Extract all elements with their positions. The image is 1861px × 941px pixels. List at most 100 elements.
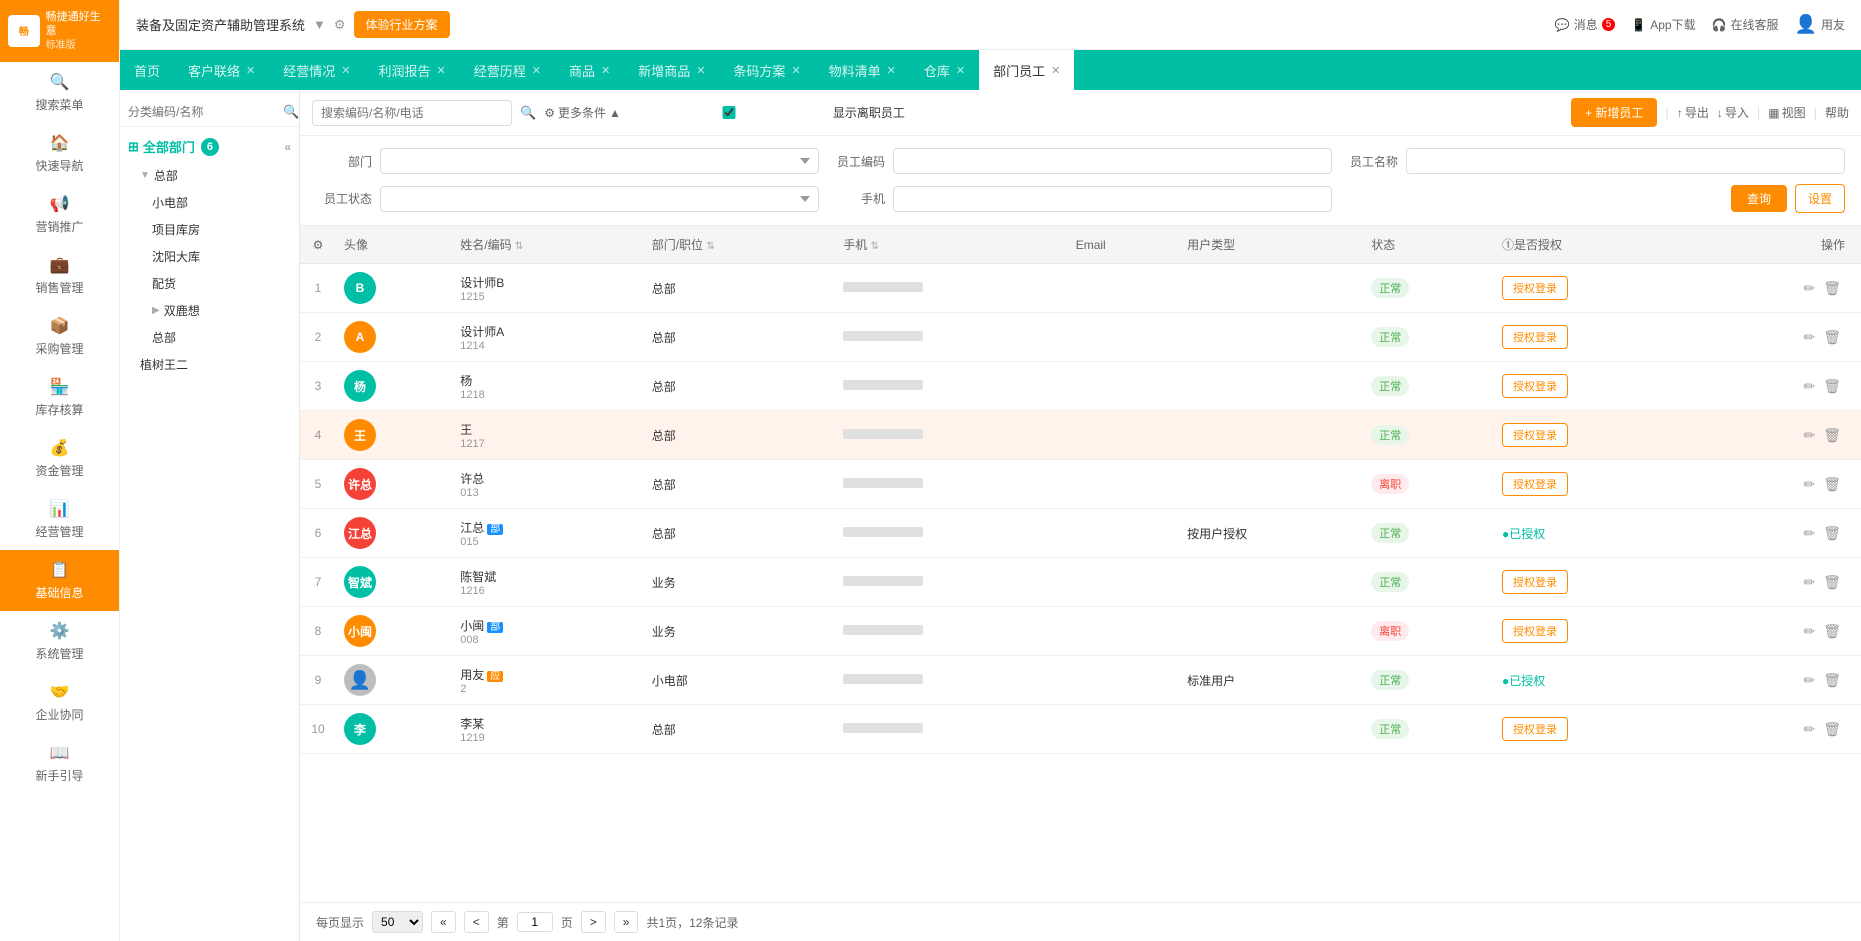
- close-tab-customer[interactable]: ✕: [246, 64, 255, 77]
- query-button[interactable]: 查询: [1731, 185, 1787, 212]
- edit-button[interactable]: ✏: [1799, 278, 1819, 299]
- col-dept[interactable]: 部门/职位 ⇅: [644, 226, 835, 264]
- dept-tree-item-peihuo[interactable]: 配货: [124, 270, 299, 297]
- edit-button[interactable]: ✏: [1799, 425, 1819, 446]
- online-service-item[interactable]: 🎧 在线客服: [1712, 16, 1779, 33]
- add-employee-button[interactable]: + 新增员工: [1571, 98, 1657, 127]
- delete-button[interactable]: 🗑: [1819, 425, 1845, 446]
- auth-button[interactable]: 授权登录: [1502, 276, 1568, 300]
- sidebar-item-system[interactable]: ⚙️ 系统管理: [0, 611, 119, 672]
- edit-button[interactable]: ✏: [1799, 327, 1819, 348]
- close-tab-history[interactable]: ✕: [532, 64, 541, 77]
- sidebar-item-finance[interactable]: 💰 资金管理: [0, 428, 119, 489]
- export-button[interactable]: ↑ 导出: [1677, 104, 1709, 121]
- delete-button[interactable]: 🗑: [1819, 474, 1845, 495]
- auth-button[interactable]: 授权登录: [1502, 423, 1568, 447]
- tab-profit[interactable]: 利润报告 ✕: [364, 50, 459, 90]
- trial-button[interactable]: 体验行业方案: [354, 11, 450, 38]
- dept-tree-item-xiaodian[interactable]: 小电部: [124, 189, 299, 216]
- close-tab-warehouse[interactable]: ✕: [956, 64, 965, 77]
- sidebar-item-marketing[interactable]: 📢 营销推广: [0, 184, 119, 245]
- tab-operation[interactable]: 经营情况 ✕: [269, 50, 364, 90]
- delete-button[interactable]: 🗑: [1819, 621, 1845, 642]
- app-download-item[interactable]: 📱 App下载: [1631, 16, 1695, 33]
- close-tab-new-goods[interactable]: ✕: [696, 64, 705, 77]
- search-icon[interactable]: 🔍: [520, 105, 536, 121]
- dept-tree-item-project[interactable]: 项目库房: [124, 216, 299, 243]
- dept-all-header[interactable]: ⊞ 全部部门 6 «: [120, 131, 299, 162]
- dept-tree-item-zongbu2[interactable]: 总部: [124, 324, 299, 351]
- delete-button[interactable]: 🗑: [1819, 376, 1845, 397]
- sidebar-item-purchase[interactable]: 📦 采购管理: [0, 306, 119, 367]
- sidebar-item-search[interactable]: 🔍 搜索菜单: [0, 62, 119, 123]
- per-page-select[interactable]: 50 100 200: [372, 911, 423, 933]
- delete-button[interactable]: 🗑: [1819, 278, 1845, 299]
- delete-button[interactable]: 🗑: [1819, 719, 1845, 740]
- tab-history[interactable]: 经营历程 ✕: [460, 50, 555, 90]
- sidebar-item-sales[interactable]: 💼 销售管理: [0, 245, 119, 306]
- auth-button[interactable]: 授权登录: [1502, 325, 1568, 349]
- delete-button[interactable]: 🗑: [1819, 572, 1845, 593]
- dept-tree-item-zongbu[interactable]: ▼ 总部: [124, 162, 299, 189]
- col-name[interactable]: 姓名/编码 ⇅: [452, 226, 643, 264]
- show-resigned-label[interactable]: 显示离职员工: [629, 104, 905, 121]
- tab-barcode[interactable]: 条码方案 ✕: [719, 50, 814, 90]
- auth-button[interactable]: 授权登录: [1502, 619, 1568, 643]
- more-button[interactable]: 帮助: [1825, 104, 1849, 121]
- auth-button[interactable]: 授权登录: [1502, 717, 1568, 741]
- tab-goods[interactable]: 商品 ✕: [555, 50, 624, 90]
- show-resigned-checkbox[interactable]: [629, 106, 829, 119]
- next-page-button[interactable]: >: [581, 911, 606, 933]
- last-page-button[interactable]: »: [614, 911, 639, 933]
- delete-button[interactable]: 🗑: [1819, 523, 1845, 544]
- edit-button[interactable]: ✏: [1799, 621, 1819, 642]
- first-page-button[interactable]: «: [431, 911, 456, 933]
- close-tab-goods[interactable]: ✕: [601, 64, 610, 77]
- sidebar-item-nav[interactable]: 🏠 快速导航: [0, 123, 119, 184]
- prev-page-button[interactable]: <: [464, 911, 489, 933]
- edit-button[interactable]: ✏: [1799, 572, 1819, 593]
- auth-button[interactable]: 授权登录: [1502, 570, 1568, 594]
- dept-collapse-icon[interactable]: «: [284, 140, 291, 154]
- edit-button[interactable]: ✏: [1799, 376, 1819, 397]
- dept-tree-item-shuanglu[interactable]: ▶ 双鹿想: [124, 297, 299, 324]
- tab-bom[interactable]: 物料清单 ✕: [815, 50, 910, 90]
- edit-button[interactable]: ✏: [1799, 670, 1819, 691]
- tab-warehouse[interactable]: 仓库 ✕: [910, 50, 979, 90]
- tab-home[interactable]: 首页: [120, 50, 174, 90]
- auth-button[interactable]: 授权登录: [1502, 472, 1568, 496]
- tab-new-goods[interactable]: 新增商品 ✕: [624, 50, 719, 90]
- dept-filter-select[interactable]: [380, 148, 819, 174]
- col-settings[interactable]: ⚙: [300, 226, 336, 264]
- auth-button[interactable]: 授权登录: [1502, 374, 1568, 398]
- phone-input[interactable]: [893, 186, 1332, 212]
- edit-button[interactable]: ✏: [1799, 523, 1819, 544]
- sidebar-item-inventory[interactable]: 🏪 库存核算: [0, 367, 119, 428]
- delete-button[interactable]: 🗑: [1819, 670, 1845, 691]
- gear-icon[interactable]: ⚙: [334, 17, 346, 33]
- sidebar-item-guide[interactable]: 📖 新手引导: [0, 733, 119, 794]
- tab-dept-staff[interactable]: 部门员工 ✕: [979, 50, 1074, 90]
- search-input[interactable]: [312, 100, 512, 126]
- dept-tree-item-zhishu[interactable]: 植树王二: [124, 351, 299, 378]
- dept-search-input[interactable]: [128, 105, 283, 119]
- close-tab-operation[interactable]: ✕: [341, 64, 350, 77]
- col-phone[interactable]: 手机 ⇅: [835, 226, 1068, 264]
- edit-button[interactable]: ✏: [1799, 474, 1819, 495]
- sidebar-item-operations[interactable]: 📊 经营管理: [0, 489, 119, 550]
- message-item[interactable]: 💬 消息 5: [1555, 16, 1616, 33]
- sidebar-item-collab[interactable]: 🤝 企业协同: [0, 672, 119, 733]
- emp-code-input[interactable]: [893, 148, 1332, 174]
- delete-button[interactable]: 🗑: [1819, 327, 1845, 348]
- close-tab-dept-staff[interactable]: ✕: [1051, 64, 1060, 77]
- dept-tree-item-shenyang[interactable]: 沈阳大库: [124, 243, 299, 270]
- close-tab-bom[interactable]: ✕: [887, 64, 896, 77]
- set-button[interactable]: 设置: [1795, 184, 1845, 213]
- user-item[interactable]: 👤 用友: [1795, 14, 1845, 35]
- emp-name-input[interactable]: [1406, 148, 1845, 174]
- import-button[interactable]: ↓ 导入: [1717, 104, 1749, 121]
- edit-button[interactable]: ✏: [1799, 719, 1819, 740]
- more-conditions-button[interactable]: ⚙ 更多条件 ▲: [544, 104, 621, 121]
- view-button[interactable]: ▦ 视图: [1768, 104, 1805, 121]
- sidebar-item-basic[interactable]: 📋 基础信息: [0, 550, 119, 611]
